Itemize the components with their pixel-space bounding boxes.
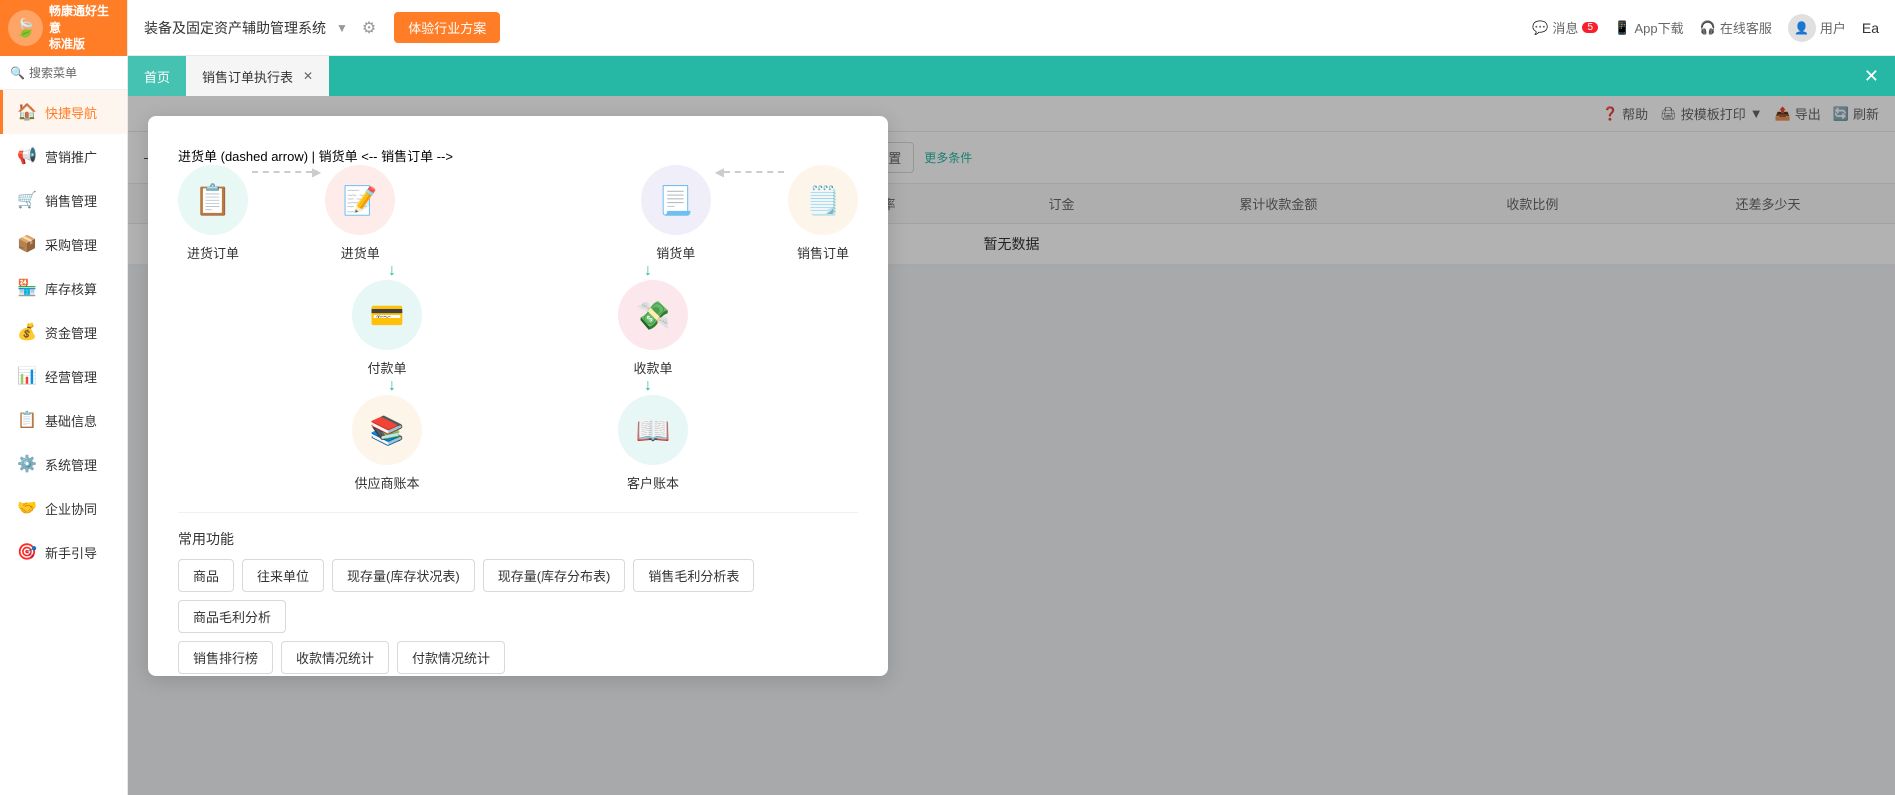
close-all-tabs-button[interactable]: ✕ <box>1856 62 1887 91</box>
tab-sales-order-exec[interactable]: 销售订单执行表 ✕ <box>186 56 329 96</box>
flow-node-purchase-bill[interactable]: 📝 进货单 <box>325 165 395 262</box>
tab-home[interactable]: 首页 <box>128 56 186 96</box>
cf-btn-payment-stats[interactable]: 付款情况统计 <box>397 641 505 674</box>
sidebar-item-sales[interactable]: 🛒 销售管理 <box>0 178 127 222</box>
flow-node-payment-bill[interactable]: 💳 付款单 <box>352 280 422 377</box>
user-menu[interactable]: 👤 用户 <box>1788 14 1846 42</box>
logo-icon: 🍃 <box>8 10 43 46</box>
base-info-icon: 📋 <box>17 410 37 430</box>
sidebar-item-purchase[interactable]: 📦 采购管理 <box>0 222 127 266</box>
common-buttons-row1: 商品 往来单位 现存量(库存状况表) 现存量(库存分布表) 销售毛利分析表 商品… <box>178 559 858 633</box>
dropdown-arrow[interactable]: ▼ <box>336 21 348 35</box>
home-icon: 🏠 <box>17 102 37 122</box>
flow-diagram: 进货单 (dashed arrow) | 销货单 <-- 销售订单 --> 📋 … <box>178 146 858 492</box>
sidebar-item-system[interactable]: ⚙️ 系统管理 <box>0 442 127 486</box>
sidebar-item-inventory[interactable]: 🏪 库存核算 <box>0 266 127 310</box>
sidebar-item-base-info[interactable]: 📋 基础信息 <box>0 398 127 442</box>
app-icon: 📱 <box>1614 20 1630 36</box>
sales-bill-circle: 📃 <box>641 165 711 235</box>
supplier-ledger-circle: 📚 <box>352 395 422 465</box>
search-icon: 🔍 <box>10 66 25 80</box>
cf-btn-product-profit[interactable]: 商品毛利分析 <box>178 600 286 633</box>
purchase-bill-circle: 📝 <box>325 165 395 235</box>
sidebar: 🍃 畅康通好生意 标准版 🔍 搜索菜单 🏠 快捷导航 📢 营销推广 🛒 销售管理… <box>0 0 128 795</box>
message-icon: 💬 <box>1532 20 1548 36</box>
sales-order-circle: 🗒️ <box>788 165 858 235</box>
header-right: 💬 消息 5 📱 App下载 🎧 在线客服 👤 用户 Ea <box>1532 14 1879 42</box>
sidebar-item-guide[interactable]: 🎯 新手引导 <box>0 530 127 574</box>
cf-btn-sales-profit[interactable]: 销售毛利分析表 <box>633 559 754 592</box>
flow-node-sales-order[interactable]: 🗒️ 销售订单 <box>788 165 858 262</box>
message-button[interactable]: 💬 消息 5 <box>1532 18 1598 37</box>
logo-text: 畅康通好生意 标准版 <box>49 3 119 53</box>
tab-bar-right: ✕ <box>1856 62 1895 91</box>
customer-ledger-circle: 📖 <box>618 395 688 465</box>
inventory-icon: 🏪 <box>17 278 37 298</box>
finance-icon: 💰 <box>17 322 37 342</box>
flow-node-receipt-bill[interactable]: 💸 收款单 <box>618 280 688 377</box>
cf-btn-product[interactable]: 商品 <box>178 559 234 592</box>
online-service-button[interactable]: 🎧 在线客服 <box>1700 18 1772 37</box>
sidebar-item-marketing[interactable]: 📢 营销推广 <box>0 134 127 178</box>
purchase-icon: 📦 <box>17 234 37 254</box>
receipt-bill-circle: 💸 <box>618 280 688 350</box>
cf-btn-stock-dist[interactable]: 现存量(库存分布表) <box>483 559 626 592</box>
avatar: 👤 <box>1788 14 1816 42</box>
system-icon: ⚙️ <box>17 454 37 474</box>
flow-node-purchase-order[interactable]: 📋 进货订单 <box>178 165 248 262</box>
content-area: ❓ 帮助 🖨 按模板打印 ▼ 📤 导出 🔄 刷新 <box>128 96 1895 795</box>
sales-icon: 🛒 <box>17 190 37 210</box>
main-content: 装备及固定资产辅助管理系统 ▼ ⚙ 体验行业方案 💬 消息 5 📱 App下载 … <box>128 0 1895 795</box>
cf-btn-stock-status[interactable]: 现存量(库存状况表) <box>332 559 475 592</box>
message-badge: 5 <box>1582 22 1598 33</box>
system-title: 装备及固定资产辅助管理系统 <box>144 18 326 38</box>
enterprise-icon: 🤝 <box>17 498 37 518</box>
user-ea-label: Ea <box>1862 20 1879 36</box>
service-icon: 🎧 <box>1700 20 1716 36</box>
logo: 🍃 畅康通好生意 标准版 <box>0 0 127 56</box>
tab-close-icon[interactable]: ✕ <box>303 69 313 83</box>
search-menu[interactable]: 🔍 搜索菜单 <box>0 56 127 90</box>
operation-icon: 📊 <box>17 366 37 386</box>
modal-overlay: 进货单 (dashed arrow) | 销货单 <-- 销售订单 --> 📋 … <box>128 96 1895 795</box>
marketing-icon: 📢 <box>17 146 37 166</box>
settings-icon[interactable]: ⚙ <box>362 18 376 38</box>
flow-node-customer-ledger[interactable]: 📖 客户账本 <box>618 395 688 492</box>
common-buttons-row2: 销售排行榜 收款情况统计 付款情况统计 <box>178 641 858 674</box>
tab-bar: 首页 销售订单执行表 ✕ ✕ <box>128 56 1895 96</box>
sidebar-item-enterprise[interactable]: 🤝 企业协同 <box>0 486 127 530</box>
purchase-order-circle: 📋 <box>178 165 248 235</box>
guide-icon: 🎯 <box>17 542 37 562</box>
common-functions: 常用功能 商品 往来单位 现存量(库存状况表) 现存量(库存分布表) 销售毛利分… <box>178 512 858 674</box>
sidebar-item-finance[interactable]: 💰 资金管理 <box>0 310 127 354</box>
trial-button[interactable]: 体验行业方案 <box>394 12 500 43</box>
common-functions-title: 常用功能 <box>178 529 858 549</box>
flow-node-supplier-ledger[interactable]: 📚 供应商账本 <box>352 395 422 492</box>
flow-node-sales-bill[interactable]: 📃 销货单 <box>641 165 711 262</box>
payment-bill-circle: 💳 <box>352 280 422 350</box>
app-download-button[interactable]: 📱 App下载 <box>1614 18 1683 37</box>
cf-btn-sales-rank[interactable]: 销售排行榜 <box>178 641 273 674</box>
flow-modal: 进货单 (dashed arrow) | 销货单 <-- 销售订单 --> 📋 … <box>148 116 888 676</box>
cf-btn-supplier-customer[interactable]: 往来单位 <box>242 559 324 592</box>
top-header: 装备及固定资产辅助管理系统 ▼ ⚙ 体验行业方案 💬 消息 5 📱 App下载 … <box>128 0 1895 56</box>
cf-btn-receipt-stats[interactable]: 收款情况统计 <box>281 641 389 674</box>
sidebar-item-operation[interactable]: 📊 经营管理 <box>0 354 127 398</box>
sidebar-item-quick-nav[interactable]: 🏠 快捷导航 <box>0 90 127 134</box>
sidebar-nav: 🏠 快捷导航 📢 营销推广 🛒 销售管理 📦 采购管理 🏪 库存核算 💰 资金管… <box>0 90 127 795</box>
